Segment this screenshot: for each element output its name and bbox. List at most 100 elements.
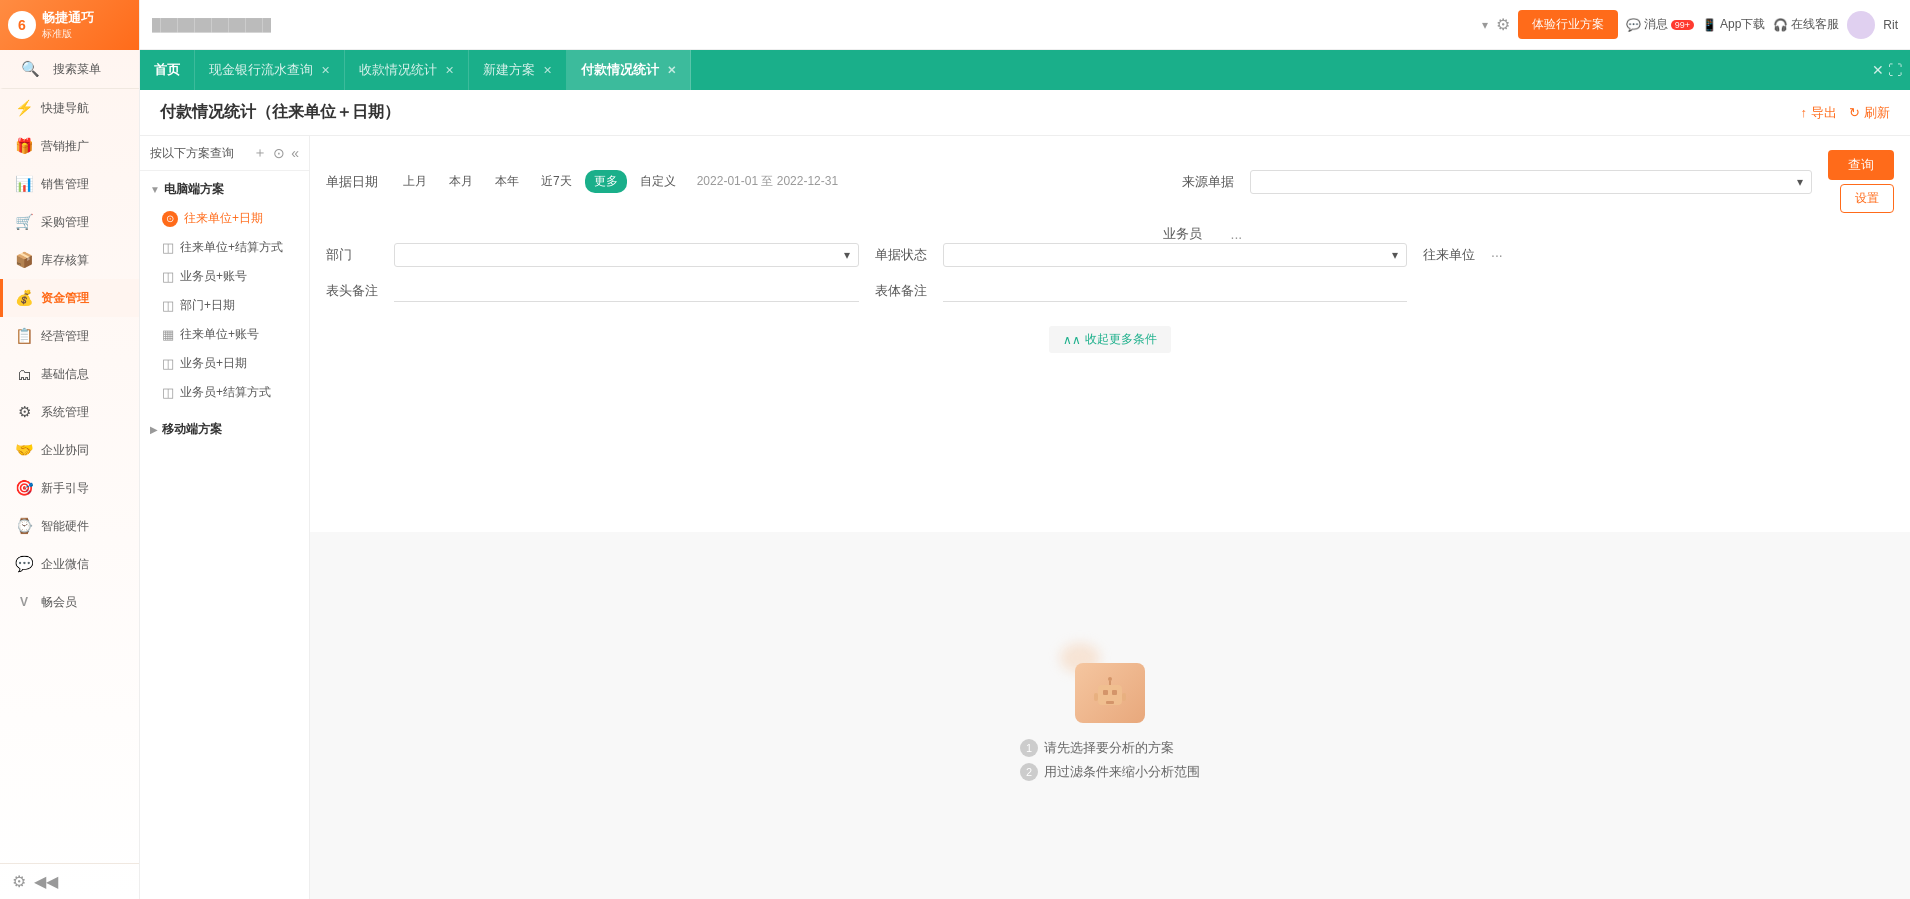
topbar-chevron-icon[interactable]: ▾ — [1482, 18, 1488, 32]
breadcrumb-path: ██████████████ — [152, 18, 271, 32]
scheme-item-icon: ▦ — [162, 327, 174, 342]
sales-icon: 📊 — [15, 175, 33, 193]
source-select[interactable]: ▾ — [1250, 170, 1812, 194]
tab-home[interactable]: 首页 — [140, 50, 195, 90]
scheme-item-icon: ◫ — [162, 240, 174, 255]
date-btn-last7[interactable]: 近7天 — [532, 170, 581, 193]
date-btn-custom[interactable]: 自定义 — [631, 170, 685, 193]
sidebar-item-basic-info[interactable]: 🗂 基础信息 — [0, 355, 139, 393]
settings-footer-icon[interactable]: ⚙ — [12, 872, 26, 891]
tab-bank-flow[interactable]: 现金银行流水查询 ✕ — [195, 50, 345, 90]
scheme-group-mobile-header[interactable]: ▶ 移动端方案 — [140, 415, 309, 444]
hardware-icon: ⌚ — [15, 517, 33, 535]
topbar-gear-icon[interactable]: ⚙ — [1496, 15, 1510, 34]
export-icon: ↑ — [1801, 105, 1808, 120]
query-btn[interactable]: 查询 — [1828, 150, 1894, 180]
app-download-icon: 📱 — [1702, 18, 1717, 32]
scheme-group-mobile: ▶ 移动端方案 — [140, 411, 309, 448]
scheme-item-unit-date[interactable]: ⊙ 往来单位+日期 — [140, 204, 309, 233]
tab-new-scheme[interactable]: 新建方案 ✕ — [469, 50, 567, 90]
scheme-item-label: 业务员+日期 — [180, 355, 247, 372]
scheme-group-desktop-header[interactable]: ▼ 电脑端方案 — [140, 175, 309, 204]
page-title: 付款情况统计（往来单位＋日期） — [160, 102, 400, 123]
date-btn-this-month[interactable]: 本月 — [440, 170, 482, 193]
member-icon: V — [15, 593, 33, 611]
sidebar-item-quick-nav[interactable]: ⚡ 快捷导航 — [0, 89, 139, 127]
date-label: 单据日期 — [326, 173, 386, 191]
topbar-online-service[interactable]: 🎧 在线客服 — [1773, 16, 1839, 33]
filter-group-header-note: 表头备注 — [326, 279, 859, 302]
date-btn-this-year[interactable]: 本年 — [486, 170, 528, 193]
sidebar-item-inventory[interactable]: 📦 库存核算 — [0, 241, 139, 279]
filter-group-date: 单据日期 上月 本月 本年 近7天 更多 自定义 2022-01-01 至 20… — [326, 170, 1166, 193]
sidebar-item-hardware[interactable]: ⌚ 智能硬件 — [0, 507, 139, 545]
sidebar-item-wechat[interactable]: 💬 企业微信 — [0, 545, 139, 583]
sidebar-item-label: 基础信息 — [41, 366, 89, 383]
topbar-app-download[interactable]: 📱 App下载 — [1702, 16, 1765, 33]
app-title-wrap: 畅捷通巧 标准版 — [42, 9, 94, 41]
scheme-item-dept-date[interactable]: ◫ 部门+日期 — [140, 291, 309, 320]
body-note-input[interactable] — [943, 279, 1408, 302]
tab-close-all-icon[interactable]: ✕ — [1872, 62, 1884, 78]
tab-payment-stats-close-icon[interactable]: ✕ — [667, 64, 676, 77]
scheme-collapse-icon[interactable]: « — [291, 145, 299, 161]
refresh-btn[interactable]: ↻ 刷新 — [1849, 104, 1890, 122]
salesman-ellipsis[interactable]: ... — [1231, 226, 1243, 242]
export-btn[interactable]: ↑ 导出 — [1801, 104, 1838, 122]
scheme-item-label: 往来单位+日期 — [184, 210, 263, 227]
scheme-item-unit-account[interactable]: ▦ 往来单位+账号 — [140, 320, 309, 349]
experience-btn[interactable]: 体验行业方案 — [1518, 10, 1618, 39]
scheme-settings-icon[interactable]: ⊙ — [273, 145, 285, 161]
settings-btn[interactable]: 设置 — [1840, 184, 1894, 213]
scheme-item-salesman-settle[interactable]: ◫ 业务员+结算方式 — [140, 378, 309, 407]
sidebar-item-member[interactable]: V 畅会员 — [0, 583, 139, 621]
scheme-item-salesman-date[interactable]: ◫ 业务员+日期 — [140, 349, 309, 378]
app-name: 畅捷通巧 — [42, 9, 94, 27]
tab-expand-icon[interactable]: ⛶ — [1888, 62, 1902, 78]
tab-payment-stats-label: 付款情况统计 — [581, 61, 659, 79]
sidebar-item-system[interactable]: ⚙ 系统管理 — [0, 393, 139, 431]
basic-info-icon: 🗂 — [15, 365, 33, 383]
tab-new-scheme-close-icon[interactable]: ✕ — [543, 64, 552, 77]
sidebar-item-finance[interactable]: 💰 资金管理 — [0, 279, 139, 317]
step2-label: 用过滤条件来缩小分析范围 — [1044, 763, 1200, 781]
step1-num: 1 — [1020, 739, 1038, 757]
sidebar-item-purchase[interactable]: 🛒 采购管理 — [0, 203, 139, 241]
tab-bank-flow-close-icon[interactable]: ✕ — [321, 64, 330, 77]
quick-nav-icon: ⚡ — [15, 99, 33, 117]
sidebar-item-marketing[interactable]: 🎁 营销推广 — [0, 127, 139, 165]
header-note-input[interactable] — [394, 279, 859, 302]
marketing-icon: 🎁 — [15, 137, 33, 155]
user-avatar[interactable] — [1847, 11, 1875, 39]
empty-text: 1 请先选择要分析的方案 2 用过滤条件来缩小分析范围 — [1020, 739, 1200, 787]
topbar-messages[interactable]: 💬 消息 99+ — [1626, 16, 1694, 33]
tab-receivable-close-icon[interactable]: ✕ — [445, 64, 454, 77]
sidebar-item-search[interactable]: 🔍 搜索菜单 — [0, 50, 139, 89]
doc-status-select[interactable]: ▾ — [943, 243, 1408, 267]
svg-rect-7 — [1122, 693, 1126, 701]
sidebar-item-sales[interactable]: 📊 销售管理 — [0, 165, 139, 203]
date-btn-last-month[interactable]: 上月 — [394, 170, 436, 193]
system-icon: ⚙ — [15, 403, 33, 421]
salesman-label: 业务员 — [1163, 225, 1223, 243]
scheme-item-unit-settle[interactable]: ◫ 往来单位+结算方式 — [140, 233, 309, 262]
sidebar-item-guide[interactable]: 🎯 新手引导 — [0, 469, 139, 507]
filter-row-salesman: 业务员 ... — [326, 225, 1894, 243]
guide-icon: 🎯 — [15, 479, 33, 497]
svg-rect-2 — [1112, 690, 1117, 695]
app-download-label: App下载 — [1720, 16, 1765, 33]
partner-ellipsis[interactable]: ··· — [1491, 247, 1503, 263]
sidebar-item-operations[interactable]: 📋 经营管理 — [0, 317, 139, 355]
sidebar-item-label: 畅会员 — [41, 594, 77, 611]
collapse-sidebar-icon[interactable]: ◀◀ — [34, 872, 58, 891]
sidebar-item-enterprise[interactable]: 🤝 企业协同 — [0, 431, 139, 469]
tab-receivable[interactable]: 收款情况统计 ✕ — [345, 50, 469, 90]
scheme-item-salesman-account[interactable]: ◫ 业务员+账号 — [140, 262, 309, 291]
user-name[interactable]: Rit — [1883, 18, 1898, 32]
date-btn-more[interactable]: 更多 — [585, 170, 627, 193]
collapse-more-btn[interactable]: ∧∧ 收起更多条件 — [1049, 326, 1171, 353]
scheme-add-icon[interactable]: ＋ — [253, 144, 267, 162]
tab-payment-stats[interactable]: 付款情况统计 ✕ — [567, 50, 691, 90]
dept-select[interactable]: ▾ — [394, 243, 859, 267]
topbar-breadcrumb: ██████████████ — [152, 18, 1474, 32]
